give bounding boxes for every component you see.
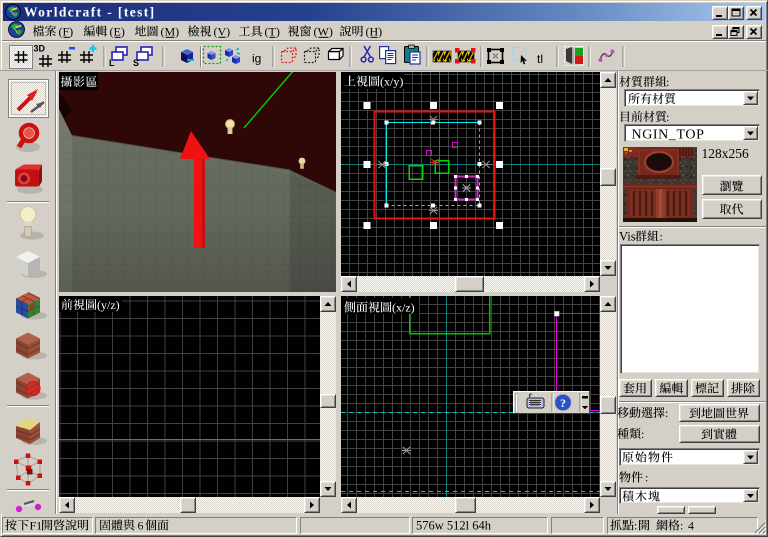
- svg-text:3D: 3D: [34, 44, 46, 54]
- svg-text:576w 512l 64h: 576w 512l 64h: [416, 519, 492, 533]
- svg-text:ig: ig: [252, 52, 261, 66]
- svg-text:(x/z): (x/z): [392, 301, 415, 315]
- svg-text:tl: tl: [537, 52, 543, 66]
- svg-text:6: 6: [138, 519, 144, 533]
- svg-text:Worldcraft - [test]: Worldcraft - [test]: [24, 5, 156, 20]
- svg-text::: :: [680, 519, 683, 533]
- svg-text:(T): (T): [265, 25, 280, 39]
- svg-text:(H): (H): [366, 25, 383, 39]
- svg-text:4: 4: [688, 519, 694, 533]
- svg-text:128x256: 128x256: [702, 146, 750, 161]
- svg-text:(V): (V): [214, 25, 231, 39]
- svg-text:(F): (F): [59, 25, 74, 39]
- svg-text::: :: [665, 406, 668, 420]
- svg-text::: :: [666, 75, 669, 89]
- svg-text:(W): (W): [314, 25, 333, 39]
- svg-text:F1: F1: [30, 519, 43, 533]
- svg-text::: :: [666, 110, 669, 124]
- svg-text::: :: [645, 471, 648, 485]
- svg-text::: :: [641, 427, 644, 441]
- svg-text:(y/z): (y/z): [97, 298, 120, 312]
- svg-text:(x/y): (x/y): [380, 75, 403, 89]
- svg-text::: :: [634, 519, 637, 533]
- svg-text:Vis: Vis: [619, 230, 636, 244]
- svg-text::: :: [660, 230, 663, 244]
- svg-text:NGIN_TOP: NGIN_TOP: [632, 128, 705, 143]
- svg-text:(E): (E): [110, 25, 125, 39]
- svg-text:L: L: [109, 58, 115, 68]
- svg-text:S: S: [133, 58, 139, 68]
- svg-text:(M): (M): [161, 25, 180, 39]
